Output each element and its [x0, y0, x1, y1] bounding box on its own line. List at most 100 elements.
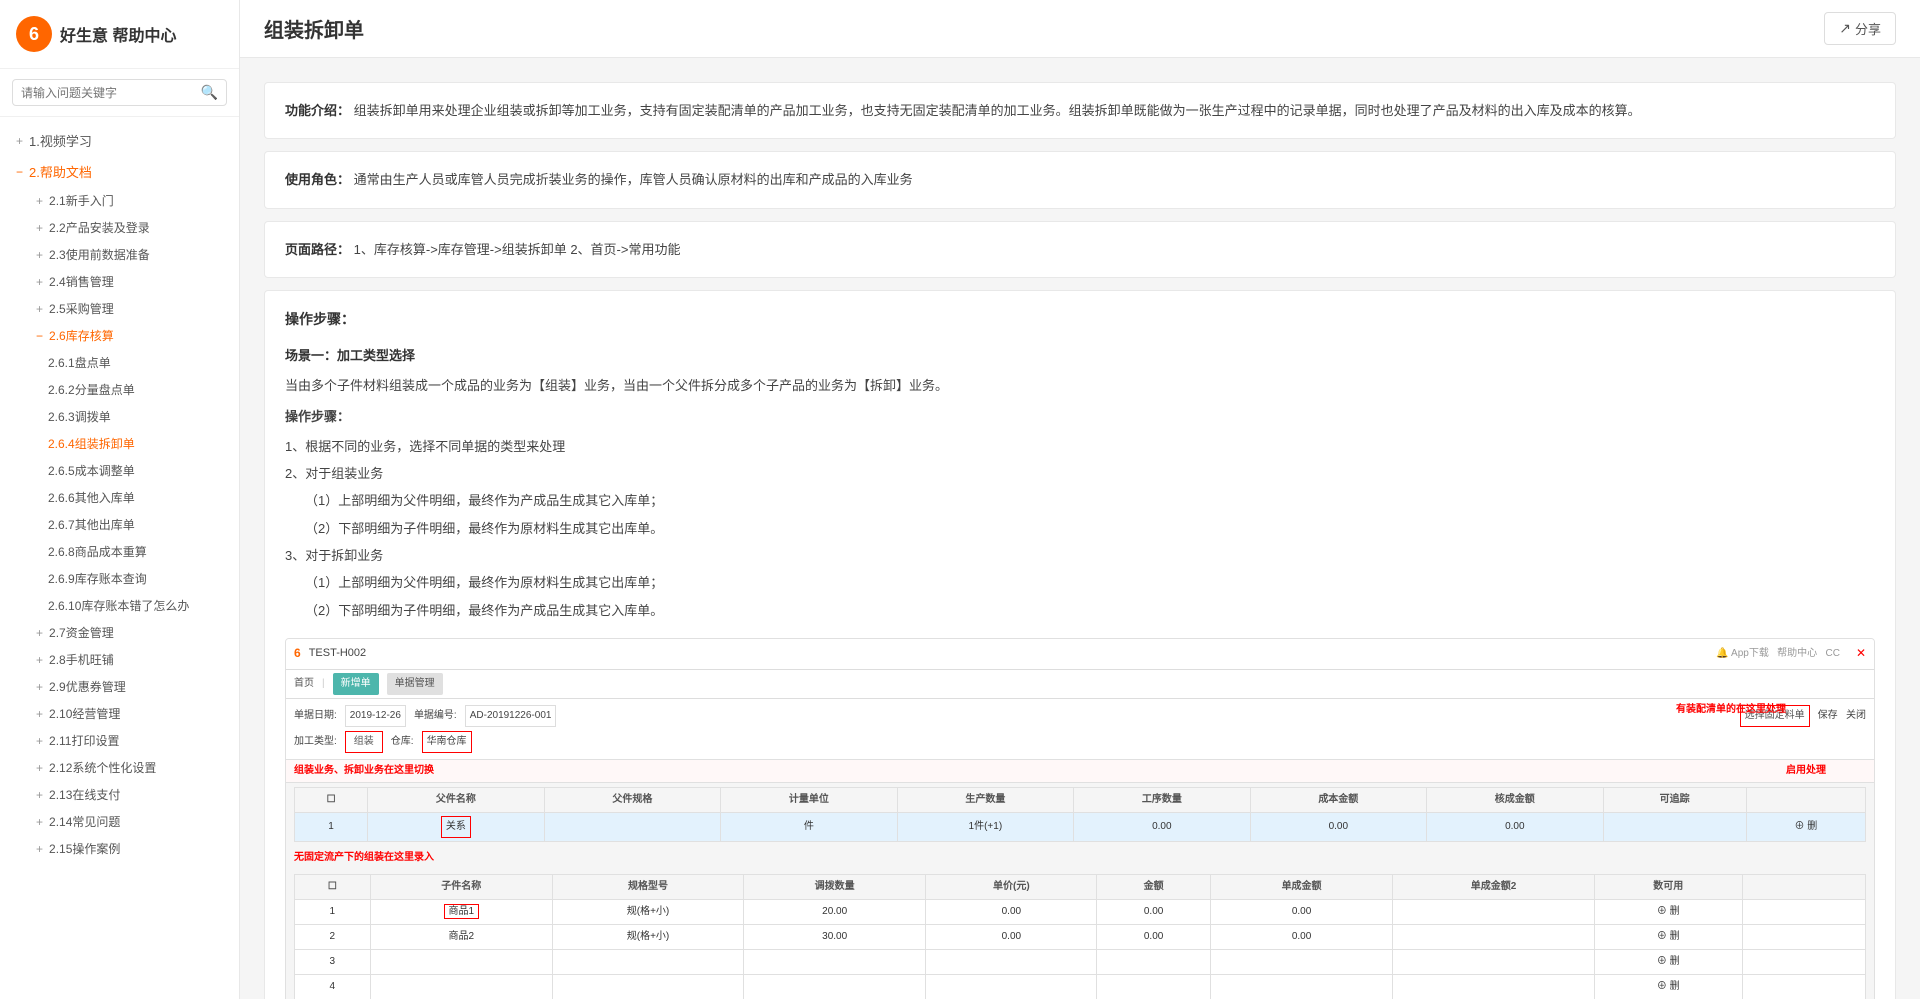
sidebar-label-mgmt: 2.10经营管理 — [49, 705, 120, 722]
sim-th-cost: 成本金额 — [1250, 787, 1426, 812]
sidebar-item-stocktake[interactable]: 2.6.1盘点单 — [0, 349, 239, 376]
sim-td-c-name3 — [370, 949, 552, 974]
sim-logo: 6 — [294, 643, 301, 665]
steps-list: 1、根据不同的业务，选择不同单据的类型来处理 2、对于组装业务 （1）上部明细为… — [285, 435, 1875, 623]
step-2-1: （1）上部明细为父件明细，最终作为产成品生成其它入库单； — [285, 489, 1875, 512]
sidebar-item-customize[interactable]: + 2.12系统个性化设置 — [0, 754, 239, 781]
sim-td-track1 — [1603, 812, 1746, 841]
sim-td-c-price2: 0.00 — [926, 924, 1097, 949]
toggle-icon-data-prep: + — [36, 248, 43, 262]
toggle-icon-print: + — [36, 734, 43, 748]
sim-td-c-ucost13 — [1210, 949, 1392, 974]
toggle-icon-customize: + — [36, 761, 43, 775]
nav-sub-inventory: 2.6.1盘点单 2.6.2分量盘点单 2.6.3调拨单 2.6.4组装拆卸单 … — [0, 349, 239, 619]
sidebar-item-install[interactable]: + 2.2产品安装及登录 — [0, 214, 239, 241]
nav-tree: + 1.视频学习 − 2.帮助文档 + 2.1新手入门 + 2.2产品安装及登录 — [0, 117, 239, 999]
sim-td-c-check4: 4 — [295, 974, 371, 999]
role-section: 使用角色： 通常由生产人员或库管人员完成折装业务的操作，库管人员确认原材料的出库… — [264, 151, 1896, 208]
toggle-icon-mobile: + — [36, 653, 43, 667]
sim-th-c-qty: 调拨数量 — [743, 874, 925, 899]
sidebar-label-cases: 2.15操作案例 — [49, 840, 120, 857]
sim-td-c-qty3 — [743, 949, 925, 974]
sidebar-item-other-inbound[interactable]: 2.6.6其他入库单 — [0, 484, 239, 511]
sim-td-c-act2 — [1742, 924, 1865, 949]
sidebar-item-purchase[interactable]: + 2.5采购管理 — [0, 295, 239, 322]
sim-title: TEST-H002 — [309, 644, 366, 664]
sidebar-item-ledger-query[interactable]: 2.6.9库存账本查询 — [0, 565, 239, 592]
sim-td-c-spec4 — [552, 974, 743, 999]
search-icon[interactable]: 🔍 — [201, 84, 218, 101]
sim-td-c-avail2: ⊕ 删 — [1594, 924, 1742, 949]
sidebar-item-docs[interactable]: − 2.帮助文档 — [0, 156, 239, 187]
sim-td-c-ucost22 — [1393, 924, 1595, 949]
sim-td-unit1: 件 — [721, 812, 897, 841]
path-section: 页面路径： 1、库存核算->库存管理->组装拆卸单 2、首页->常用功能 — [264, 221, 1896, 278]
sim-store-value: 华南仓库 — [422, 731, 472, 753]
sidebar-item-cost-recalc[interactable]: 2.6.8商品成本重算 — [0, 538, 239, 565]
sim-td-c-name4 — [370, 974, 552, 999]
sidebar-label-inventory: 2.6库存核算 — [49, 327, 114, 344]
sim-date-value: 2019-12-26 — [345, 705, 406, 727]
sim-table-row-child-2: 2 商品2 规(格+小) 30.00 0.00 0.00 0.00 ⊕ 删 — [295, 924, 1866, 949]
sim-annotation1: 有装配清单的在这里处理 — [1676, 701, 1786, 719]
sim-td-pqty1: 1件(+1) — [897, 812, 1073, 841]
sidebar-item-partial-stocktake[interactable]: 2.6.2分量盘点单 — [0, 376, 239, 403]
sidebar-item-other-outbound[interactable]: 2.6.7其他出库单 — [0, 511, 239, 538]
toggle-icon-beginner: + — [36, 194, 43, 208]
sidebar-item-mobile[interactable]: + 2.8手机旺铺 — [0, 646, 239, 673]
sidebar-item-payment[interactable]: + 2.13在线支付 — [0, 781, 239, 808]
sidebar-item-mgmt[interactable]: + 2.10经营管理 — [0, 700, 239, 727]
toggle-icon-payment: + — [36, 788, 43, 802]
sim-th-track: 可追踪 — [1603, 787, 1746, 812]
sim-td-spec1 — [544, 812, 720, 841]
step-3-1: （1）上部明细为父件明细，最终作为原材料生成其它出库单； — [285, 571, 1875, 594]
sidebar-item-faq[interactable]: + 2.14常见问题 — [0, 808, 239, 835]
sidebar-item-coupon[interactable]: + 2.9优惠券管理 — [0, 673, 239, 700]
sim-annotation-bar: 组装业务、拆卸业务在这里切换 启用处理 — [286, 760, 1874, 783]
main-content: 组装拆卸单 ↗ 分享 功能介绍： 组装拆卸单用来处理企业组装或拆卸等加工业务，支… — [240, 0, 1920, 999]
sim-date-label: 单据日期: — [294, 707, 337, 725]
share-button[interactable]: ↗ 分享 — [1824, 12, 1896, 45]
sim-screenshot: 6 TEST-H002 🔔 App下载 帮助中心 CC ✕ 首页 | 新增单 单… — [286, 639, 1874, 999]
role-text: 通常由生产人员或库管人员完成折装业务的操作，库管人员确认原材料的出库和产成品的入… — [354, 172, 913, 187]
sim-dan-value: AD-20191226-001 — [465, 705, 557, 727]
step-1: 1、根据不同的业务，选择不同单据的类型来处理 — [285, 435, 1875, 458]
sidebar-item-finance[interactable]: + 2.7资金管理 — [0, 619, 239, 646]
sim-th-parent-name: 父件名称 — [368, 787, 544, 812]
sim-form-row: 单据日期: 2019-12-26 单据编号: AD-20191226-001 选… — [294, 705, 1866, 727]
sidebar-item-inventory[interactable]: − 2.6库存核算 — [0, 322, 239, 349]
sim-th-action — [1746, 787, 1865, 812]
sim-annotation4: 无固定流产下的组装在这里录入 — [294, 852, 434, 863]
sim-td-c-act3 — [1742, 949, 1865, 974]
sidebar-item-cost-adjust[interactable]: 2.6.5成本调整单 — [0, 457, 239, 484]
sim-td-c-ucost21 — [1393, 899, 1595, 924]
sim-menu: 首页 — [294, 675, 314, 693]
intro-text: 组装拆卸单用来处理企业组装或拆卸等加工业务，支持有固定装配清单的产品加工业务，也… — [354, 103, 1641, 118]
nav-section-docs: − 2.帮助文档 + 2.1新手入门 + 2.2产品安装及登录 + 2.3使用前… — [0, 156, 239, 862]
scenario1-desc: 当由多个子件材料组装成一个成品的业务为【组装】业务，当由一个父件拆分成多个子产品… — [285, 374, 1875, 397]
sidebar-label-print: 2.11打印设置 — [49, 732, 119, 749]
logo-text: 好生意 帮助中心 — [60, 22, 176, 46]
sim-td-c-ucost12: 0.00 — [1210, 924, 1392, 949]
sim-th-c-ucost: 单成金额 — [1210, 874, 1392, 899]
sidebar-item-cases[interactable]: + 2.15操作案例 — [0, 835, 239, 862]
sim-td-c-qty1: 20.00 — [743, 899, 925, 924]
toggle-icon-finance: + — [36, 626, 43, 640]
sidebar-item-ledger-fix[interactable]: 2.6.10库存账本错了怎么办 — [0, 592, 239, 619]
sidebar-item-sales[interactable]: + 2.4销售管理 — [0, 268, 239, 295]
sim-td-c-act1 — [1742, 899, 1865, 924]
sim-td-c-act4 — [1742, 974, 1865, 999]
sidebar-item-videos[interactable]: + 1.视频学习 — [0, 125, 239, 156]
sidebar-item-print[interactable]: + 2.11打印设置 — [0, 727, 239, 754]
sidebar-item-assembly[interactable]: 2.6.4组装拆卸单 — [0, 430, 239, 457]
sim-td-c-qty2: 30.00 — [743, 924, 925, 949]
sim-td-c-name1: 商品1 — [370, 899, 552, 924]
sidebar-item-beginner[interactable]: + 2.1新手入门 — [0, 187, 239, 214]
sidebar-item-transfer[interactable]: 2.6.3调拨单 — [0, 403, 239, 430]
search-input[interactable] — [21, 86, 201, 100]
sidebar-item-data-prep[interactable]: + 2.3使用前数据准备 — [0, 241, 239, 268]
sim-annotation4-area: 无固定流产下的组装在这里录入 — [294, 846, 1866, 870]
sidebar-label-coupon: 2.9优惠券管理 — [49, 678, 126, 695]
sim-titlebar: 6 TEST-H002 🔔 App下载 帮助中心 CC ✕ — [286, 639, 1874, 670]
sim-th-c-price: 单价(元) — [926, 874, 1097, 899]
